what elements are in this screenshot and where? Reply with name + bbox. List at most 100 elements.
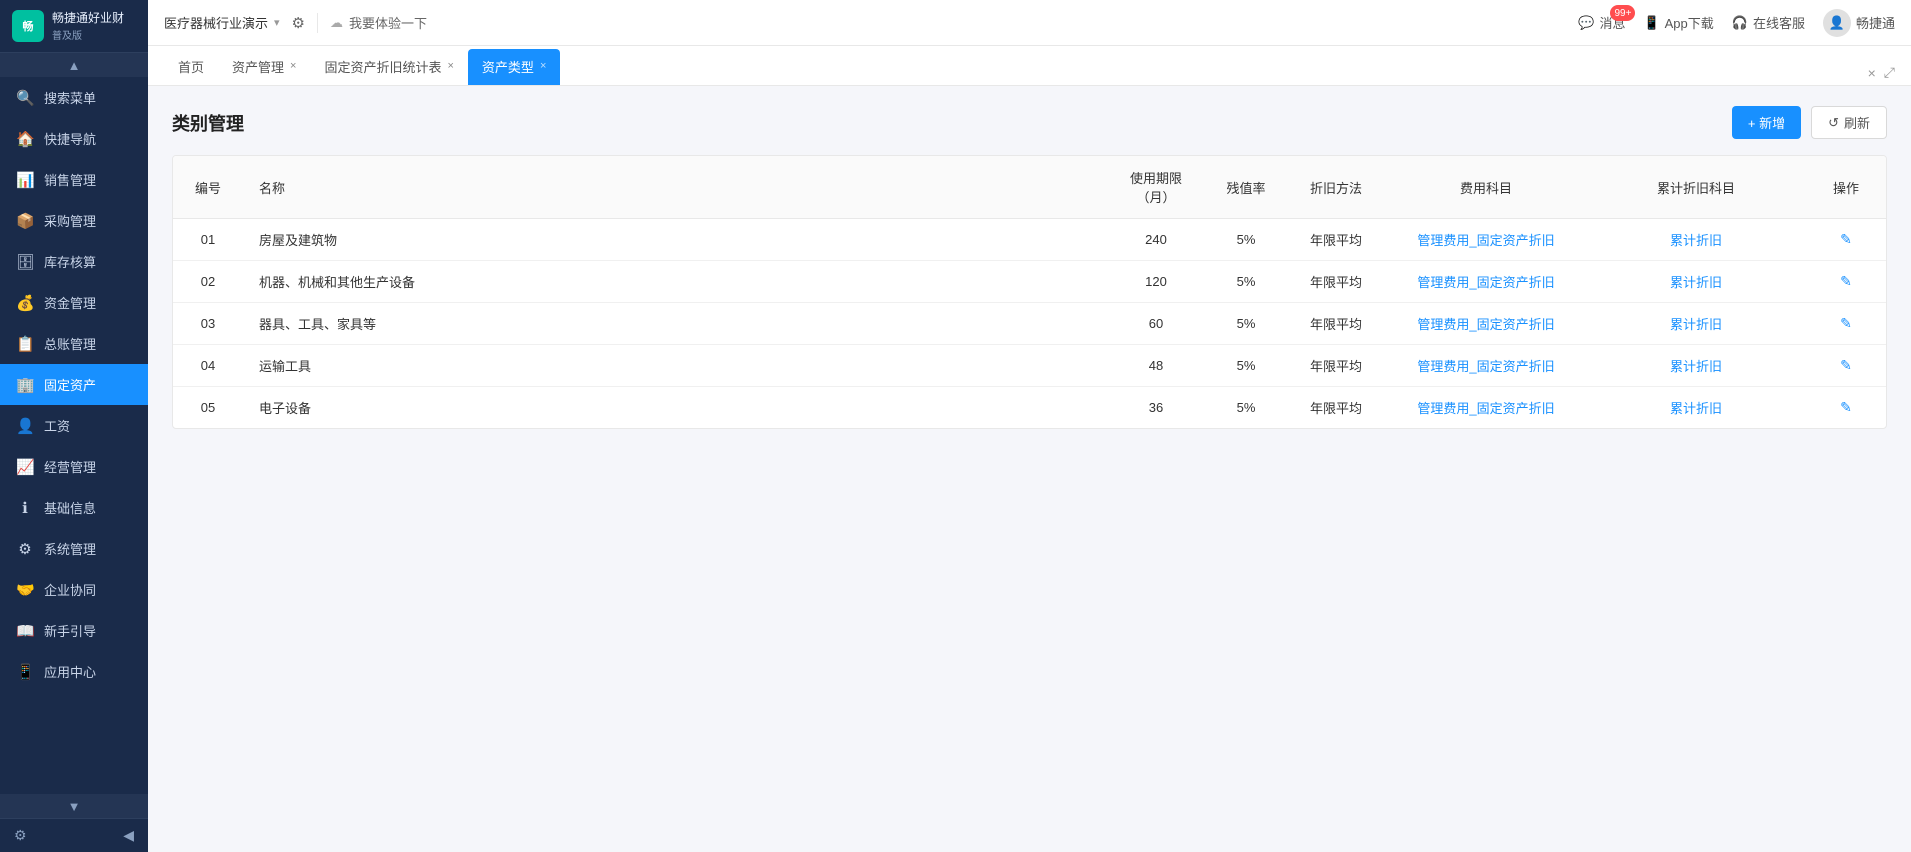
window-expand-icon[interactable]: ⤢ — [1884, 64, 1895, 81]
cell-name: 房屋及建筑物 — [243, 219, 1106, 261]
col-header-number: 编号 — [173, 156, 243, 219]
edit-icon[interactable]: ✎ — [1840, 273, 1852, 289]
sidebar-item-inventory[interactable]: 🗄 库存核算 — [0, 241, 148, 282]
new-button[interactable]: + 新增 — [1732, 106, 1801, 139]
main-content: 医疗器械行业演示 ▾ ⚙ ☁ 我要体验一下 💬 消息 99+ 📱 App下载 🎧… — [148, 0, 1911, 852]
cell-expense: 管理费用_固定资产折旧 — [1386, 387, 1586, 429]
operations-icon: 📈 — [16, 458, 34, 476]
collapse-button[interactable]: ◀ — [123, 827, 134, 844]
app-download-button[interactable]: 📱 App下载 — [1643, 13, 1713, 32]
cell-period: 48 — [1106, 345, 1206, 387]
tab-asset-type[interactable]: 资产类型 × — [468, 49, 560, 85]
tab-depreciation-stat[interactable]: 固定资产折旧统计表 × — [310, 49, 467, 85]
sidebar-item-label: 总账管理 — [44, 334, 96, 353]
sidebar-item-capital[interactable]: 💰 资金管理 — [0, 282, 148, 323]
sidebar-scroll-down[interactable]: ▼ — [0, 794, 148, 818]
cell-number: 01 — [173, 219, 243, 261]
cell-accum: 累计折旧 — [1586, 387, 1806, 429]
cell-expense: 管理费用_固定资产折旧 — [1386, 219, 1586, 261]
sidebar-item-basicinfo[interactable]: ℹ 基础信息 — [0, 487, 148, 528]
page-title: 类别管理 — [172, 110, 244, 136]
sidebar-item-operations[interactable]: 📈 经营管理 — [0, 446, 148, 487]
table-row: 02 机器、机械和其他生产设备 120 5% 年限平均 管理费用_固定资产折旧 … — [173, 261, 1886, 303]
basicinfo-icon: ℹ — [16, 499, 34, 517]
sidebar-item-label: 固定资产 — [44, 375, 96, 394]
col-header-residual: 残值率 — [1206, 156, 1286, 219]
tab-close-icon[interactable]: × — [540, 60, 546, 72]
table-header-row: 编号 名称 使用期限（月） 残值率 折旧方法 费用科目 累计折旧科目 操作 — [173, 156, 1886, 219]
cell-expense: 管理费用_固定资产折旧 — [1386, 345, 1586, 387]
tab-home[interactable]: 首页 — [164, 49, 218, 85]
cell-period: 240 — [1106, 219, 1206, 261]
page-header-actions: + 新增 ↺ 刷新 — [1732, 106, 1887, 139]
cell-residual: 5% — [1206, 219, 1286, 261]
sidebar-item-label: 快捷导航 — [44, 129, 96, 148]
cell-residual: 5% — [1206, 303, 1286, 345]
edit-icon[interactable]: ✎ — [1840, 357, 1852, 373]
sidebar-item-system[interactable]: ⚙ 系统管理 — [0, 528, 148, 569]
sidebar-item-fixedasset[interactable]: 🏢 固定资产 — [0, 364, 148, 405]
sidebar-item-label: 基础信息 — [44, 498, 96, 517]
app-download-label: App下载 — [1665, 13, 1714, 32]
cell-name: 电子设备 — [243, 387, 1106, 429]
sidebar-item-label: 经营管理 — [44, 457, 96, 476]
sidebar-item-payroll[interactable]: 👤 工资 — [0, 405, 148, 446]
user-profile[interactable]: 👤 畅捷通 — [1823, 9, 1895, 37]
edit-icon[interactable]: ✎ — [1840, 315, 1852, 331]
collab-icon: 🤝 — [16, 581, 34, 599]
cell-number: 02 — [173, 261, 243, 303]
tab-close-icon[interactable]: × — [447, 60, 453, 72]
gear-icon[interactable]: ⚙ — [292, 14, 305, 32]
logo-icon: 畅 — [12, 10, 44, 42]
tab-close-icon[interactable]: × — [290, 60, 296, 72]
cell-number: 04 — [173, 345, 243, 387]
sidebar-item-label: 销售管理 — [44, 170, 96, 189]
customer-service-button[interactable]: 🎧 在线客服 — [1732, 13, 1805, 32]
col-header-action: 操作 — [1806, 156, 1886, 219]
appstore-icon: 📱 — [16, 663, 34, 681]
industry-selector[interactable]: 医疗器械行业演示 ▾ — [164, 13, 280, 32]
username-label: 畅捷通 — [1856, 13, 1895, 32]
sidebar-item-label: 新手引导 — [44, 621, 96, 640]
cell-period: 36 — [1106, 387, 1206, 429]
sidebar-item-quicknav[interactable]: 🏠 快捷导航 — [0, 118, 148, 159]
tab-asset-mgmt[interactable]: 资产管理 × — [218, 49, 310, 85]
sidebar-item-purchase[interactable]: 📦 采购管理 — [0, 200, 148, 241]
sidebar-menu: 🔍 搜索菜单 🏠 快捷导航 📊 销售管理 📦 采购管理 🗄 库存核算 💰 资金管… — [0, 77, 148, 794]
cell-period: 120 — [1106, 261, 1206, 303]
edit-icon[interactable]: ✎ — [1840, 399, 1852, 415]
cell-residual: 5% — [1206, 345, 1286, 387]
chevron-down-icon: ▾ — [274, 16, 280, 29]
experience-button[interactable]: ☁ 我要体验一下 — [330, 13, 427, 32]
refresh-button[interactable]: ↺ 刷新 — [1811, 106, 1887, 139]
cell-residual: 5% — [1206, 387, 1286, 429]
industry-label: 医疗器械行业演示 — [164, 13, 268, 32]
message-button[interactable]: 💬 消息 99+ — [1578, 13, 1625, 32]
tab-label: 资产管理 — [232, 57, 284, 76]
sidebar-item-guide[interactable]: 📖 新手引导 — [0, 610, 148, 651]
cell-period: 60 — [1106, 303, 1206, 345]
sidebar-item-ledger[interactable]: 📋 总账管理 — [0, 323, 148, 364]
refresh-label: 刷新 — [1844, 113, 1870, 132]
cell-action: ✎ — [1806, 345, 1886, 387]
edit-icon[interactable]: ✎ — [1840, 231, 1852, 247]
settings-button[interactable]: ⚙ — [14, 827, 27, 844]
cell-method: 年限平均 — [1286, 219, 1386, 261]
message-badge: 99+ — [1610, 5, 1635, 21]
sidebar-item-collab[interactable]: 🤝 企业协同 — [0, 569, 148, 610]
cell-expense: 管理费用_固定资产折旧 — [1386, 303, 1586, 345]
sidebar-item-label: 搜索菜单 — [44, 88, 96, 107]
window-close-icon[interactable]: × — [1868, 65, 1876, 81]
cell-method: 年限平均 — [1286, 261, 1386, 303]
page-header: 类别管理 + 新增 ↺ 刷新 — [172, 106, 1887, 139]
sidebar-item-sales[interactable]: 📊 销售管理 — [0, 159, 148, 200]
topbar-right: 💬 消息 99+ 📱 App下载 🎧 在线客服 👤 畅捷通 — [1578, 9, 1895, 37]
cell-accum: 累计折旧 — [1586, 345, 1806, 387]
refresh-icon: ↺ — [1828, 115, 1839, 131]
logo-text: 畅捷通好业财 — [52, 10, 124, 27]
col-header-accum: 累计折旧科目 — [1586, 156, 1806, 219]
sidebar-item-appstore[interactable]: 📱 应用中心 — [0, 651, 148, 692]
sidebar-scroll-up[interactable]: ▲ — [0, 53, 148, 77]
sidebar-item-search[interactable]: 🔍 搜索菜单 — [0, 77, 148, 118]
cell-name: 器具、工具、家具等 — [243, 303, 1106, 345]
